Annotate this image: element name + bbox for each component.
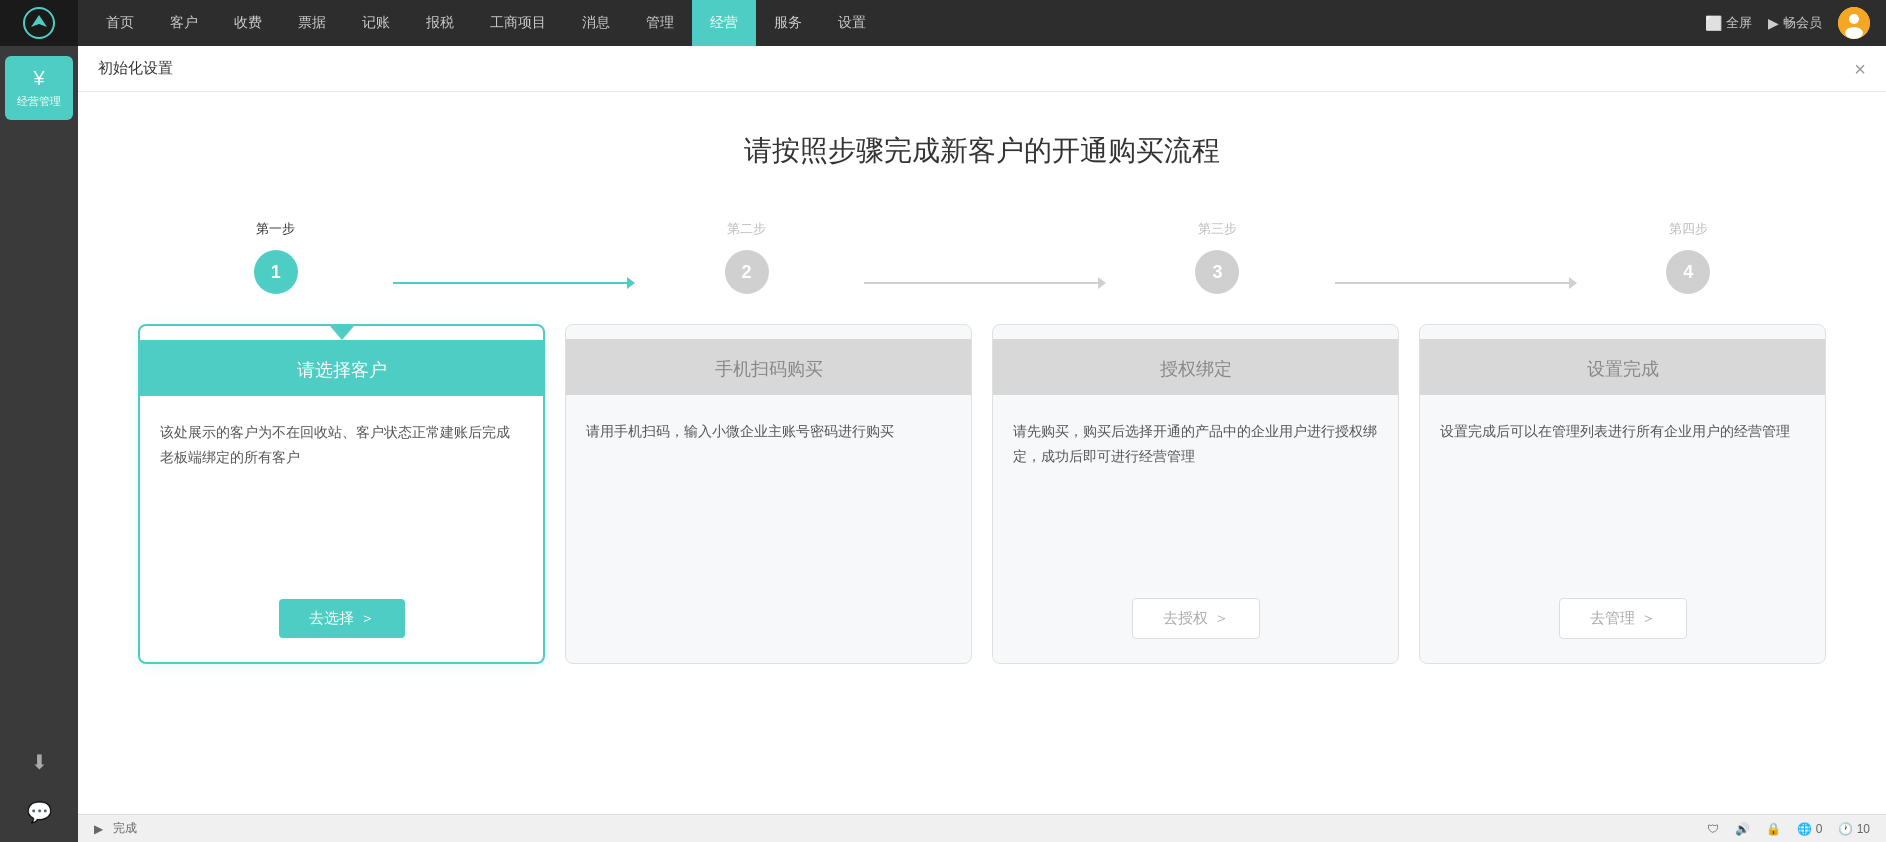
step-1-ball: 1 [254, 250, 298, 294]
nav-settings[interactable]: 设置 [820, 0, 884, 46]
fullscreen-icon: ⬜ [1705, 15, 1722, 31]
step-2-ball: 2 [725, 250, 769, 294]
card-4-header: 设置完成 [1420, 339, 1825, 395]
go-manage-arrow: ＞ [1641, 609, 1656, 628]
svg-point-2 [1849, 14, 1859, 24]
status-bar: ▶ 完成 🛡 🔊 🔒 🌐 0 🕐 10 [78, 814, 1886, 842]
vip-icon: ▶ [1768, 15, 1779, 31]
go-authorize-label: 去授权 [1163, 609, 1208, 628]
main-layout: ¥ 经营管理 ⬇ 💬 初始化设置 × 请按照步骤完成新客户的开通购买流程 第一步… [0, 46, 1886, 842]
nav-operations[interactable]: 经营 [692, 0, 756, 46]
step-1: 第一步 1 [158, 220, 393, 294]
steps-diagram: 第一步 1 第二步 2 第三步 3 [138, 220, 1826, 294]
nav-customer[interactable]: 客户 [152, 0, 216, 46]
nav-home[interactable]: 首页 [88, 0, 152, 46]
card-2-footer [566, 623, 971, 663]
nav-business-items[interactable]: 工商项目 [472, 0, 564, 46]
go-select-arrow: ＞ [360, 609, 375, 628]
card-4: 设置完成 设置完成后可以在管理列表进行所有企业用户的经营管理 去管理 ＞ [1419, 324, 1826, 664]
step-3-ball: 3 [1195, 250, 1239, 294]
step-3: 第三步 3 [1100, 220, 1335, 294]
card-1-header: 请选择客户 [140, 340, 543, 396]
go-manage-label: 去管理 [1590, 609, 1635, 628]
card-3-header: 授权绑定 [993, 339, 1398, 395]
close-button[interactable]: × [1854, 59, 1866, 79]
card-4-footer: 去管理 ＞ [1420, 582, 1825, 663]
card-3-footer: 去授权 ＞ [993, 582, 1398, 663]
top-navigation: 首页 客户 收费 票据 记账 报税 工商项目 消息 管理 经营 服务 设置 ⬜ … [0, 0, 1886, 46]
nav-fee[interactable]: 收费 [216, 0, 280, 46]
lock-icon: 🔒 [1766, 822, 1781, 836]
card-1: 请选择客户 该处展示的客户为不在回收站、客户状态正常建账后完成老板端绑定的所有客… [138, 324, 545, 664]
nav-service[interactable]: 服务 [756, 0, 820, 46]
status-bar-right: 🛡 🔊 🔒 🌐 0 🕐 10 [1707, 822, 1870, 836]
network-status: 🌐 0 [1797, 822, 1822, 836]
nav-messages[interactable]: 消息 [564, 0, 628, 46]
chat-icon[interactable]: 💬 [19, 792, 59, 832]
content-area: 初始化设置 × 请按照步骤完成新客户的开通购买流程 第一步 1 第二步 [78, 46, 1886, 842]
go-select-label: 去选择 [309, 609, 354, 628]
card-1-body: 该处展示的客户为不在回收站、客户状态正常建账后完成老板端绑定的所有客户 [140, 396, 543, 583]
nav-accounting[interactable]: 记账 [344, 0, 408, 46]
nav-tax[interactable]: 报税 [408, 0, 472, 46]
sidebar-item-operations[interactable]: ¥ 经营管理 [5, 56, 73, 120]
step-4-ball: 4 [1666, 250, 1710, 294]
step-4-label: 第四步 [1669, 220, 1708, 238]
card-1-pointer [330, 326, 354, 340]
step-2: 第二步 2 [629, 220, 864, 294]
cards-row: 请选择客户 该处展示的客户为不在回收站、客户状态正常建账后完成老板端绑定的所有客… [138, 324, 1826, 664]
nav-invoice[interactable]: 票据 [280, 0, 344, 46]
fullscreen-label: 全屏 [1726, 14, 1752, 32]
step-4: 第四步 4 [1571, 220, 1806, 294]
shield-icon: 🛡 [1707, 822, 1719, 836]
user-avatar[interactable] [1838, 7, 1870, 39]
go-select-button[interactable]: 去选择 ＞ [279, 599, 405, 638]
step-1-label: 第一步 [256, 220, 295, 238]
play-icon[interactable]: ▶ [94, 822, 103, 836]
go-manage-button[interactable]: 去管理 ＞ [1559, 598, 1687, 639]
go-authorize-button[interactable]: 去授权 ＞ [1132, 598, 1260, 639]
app-logo[interactable] [0, 0, 78, 46]
sidebar-item-label: 经营管理 [17, 94, 61, 109]
nav-management[interactable]: 管理 [628, 0, 692, 46]
vip-button[interactable]: ▶ 畅会员 [1768, 14, 1822, 32]
sidebar: ¥ 经营管理 ⬇ 💬 [0, 46, 78, 842]
vip-label: 畅会员 [1783, 14, 1822, 32]
download-icon[interactable]: ⬇ [19, 742, 59, 782]
nav-right: ⬜ 全屏 ▶ 畅会员 [1705, 7, 1886, 39]
page-header: 初始化设置 × [78, 46, 1886, 92]
main-heading: 请按照步骤完成新客户的开通购买流程 [138, 132, 1826, 170]
step-3-label: 第三步 [1198, 220, 1237, 238]
sidebar-bottom: ⬇ 💬 [19, 742, 59, 842]
nav-items: 首页 客户 收费 票据 记账 报税 工商项目 消息 管理 经营 服务 设置 [78, 0, 1705, 46]
card-3: 授权绑定 请先购买，购买后选择开通的产品中的企业用户进行授权绑定，成功后即可进行… [992, 324, 1399, 664]
volume-icon[interactable]: 🔊 [1735, 822, 1750, 836]
status-text: 完成 [113, 820, 137, 837]
logo-icon [23, 7, 55, 39]
card-1-footer: 去选择 ＞ [140, 583, 543, 662]
yuan-icon: ¥ [33, 67, 44, 90]
svg-point-3 [1845, 27, 1863, 39]
page-title: 初始化设置 [98, 59, 173, 78]
card-2-body: 请用手机扫码，输入小微企业主账号密码进行购买 [566, 395, 971, 623]
main-content: 请按照步骤完成新客户的开通购买流程 第一步 1 第二步 2 [78, 92, 1886, 814]
card-2: 手机扫码购买 请用手机扫码，输入小微企业主账号密码进行购买 [565, 324, 972, 664]
time-display: 🕐 10 [1838, 822, 1870, 836]
fullscreen-button[interactable]: ⬜ 全屏 [1705, 14, 1752, 32]
card-4-body: 设置完成后可以在管理列表进行所有企业用户的经营管理 [1420, 395, 1825, 582]
go-authorize-arrow: ＞ [1214, 609, 1229, 628]
card-2-header: 手机扫码购买 [566, 339, 971, 395]
card-3-body: 请先购买，购买后选择开通的产品中的企业用户进行授权绑定，成功后即可进行经营管理 [993, 395, 1398, 582]
step-2-label: 第二步 [727, 220, 766, 238]
